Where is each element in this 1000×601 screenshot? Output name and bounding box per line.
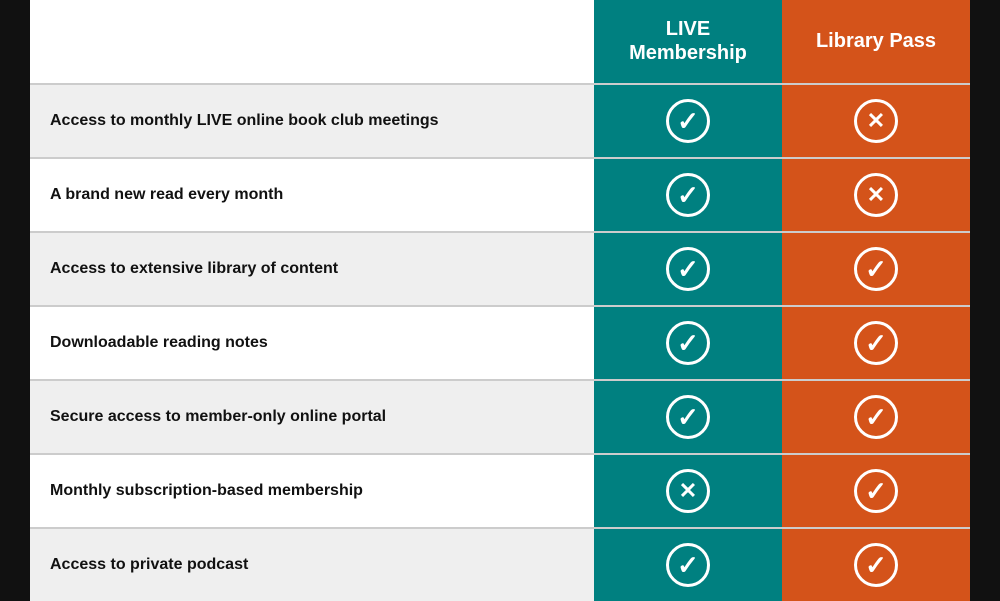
table-row: A brand new read every month — [30, 158, 970, 232]
feature-label: Access to monthly LIVE online book club … — [30, 84, 594, 158]
feature-label: Access to private podcast — [30, 528, 594, 601]
table-row: Secure access to member-only online port… — [30, 380, 970, 454]
feature-label: A brand new read every month — [30, 158, 594, 232]
check-icon — [854, 395, 898, 439]
table-row: Downloadable reading notes — [30, 306, 970, 380]
live-value — [594, 158, 782, 232]
check-icon — [666, 543, 710, 587]
library-value — [782, 232, 970, 306]
table-row: Monthly subscription-based membership — [30, 454, 970, 528]
check-icon — [854, 543, 898, 587]
live-membership-header: LIVE Membership — [594, 0, 782, 84]
table-row: Access to extensive library of content — [30, 232, 970, 306]
check-icon — [666, 395, 710, 439]
feature-label: Secure access to member-only online port… — [30, 380, 594, 454]
live-value — [594, 528, 782, 601]
library-value — [782, 380, 970, 454]
library-value — [782, 158, 970, 232]
live-value — [594, 232, 782, 306]
feature-column-header — [30, 0, 594, 84]
check-icon — [854, 321, 898, 365]
check-icon — [854, 469, 898, 513]
feature-label: Monthly subscription-based membership — [30, 454, 594, 528]
library-value — [782, 84, 970, 158]
check-icon — [666, 99, 710, 143]
live-value — [594, 380, 782, 454]
check-icon — [854, 247, 898, 291]
comparison-table: LIVE Membership Library Pass Access to m… — [30, 0, 970, 601]
library-pass-header: Library Pass — [782, 0, 970, 84]
live-value — [594, 84, 782, 158]
check-icon — [666, 173, 710, 217]
check-icon — [666, 247, 710, 291]
library-value — [782, 528, 970, 601]
library-value — [782, 306, 970, 380]
table-row: Access to monthly LIVE online book club … — [30, 84, 970, 158]
check-icon — [666, 321, 710, 365]
library-value — [782, 454, 970, 528]
live-value — [594, 306, 782, 380]
table-row: Access to private podcast — [30, 528, 970, 601]
cross-icon — [854, 173, 898, 217]
feature-label: Downloadable reading notes — [30, 306, 594, 380]
cross-icon — [854, 99, 898, 143]
cross-icon — [666, 469, 710, 513]
feature-label: Access to extensive library of content — [30, 232, 594, 306]
live-value — [594, 454, 782, 528]
